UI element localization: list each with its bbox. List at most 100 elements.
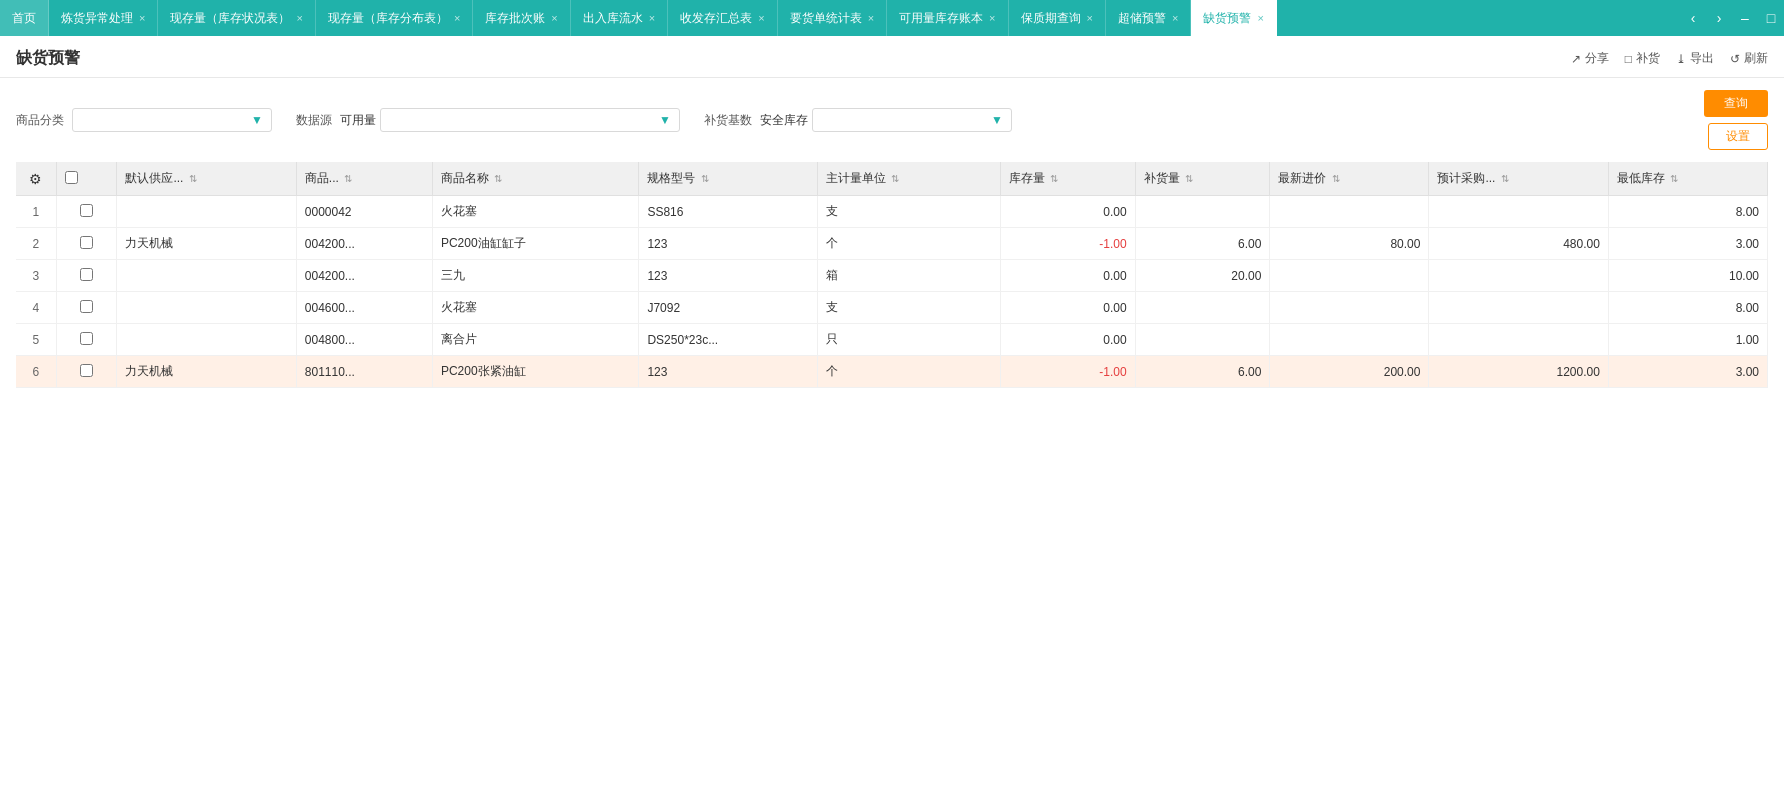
col-min-stock-sort[interactable]: ⇅ — [1670, 173, 1678, 184]
row-spec: 123 — [639, 228, 817, 260]
row-min-stock: 3.00 — [1608, 228, 1767, 260]
query-button[interactable]: 查询 — [1704, 90, 1768, 117]
col-latest-price-sort[interactable]: ⇅ — [1332, 173, 1340, 184]
row-est-purchase: 480.00 — [1429, 228, 1608, 260]
tab-abnormal-close[interactable]: × — [139, 12, 145, 24]
tab-shortage[interactable]: 缺货预警 × — [1191, 0, 1276, 36]
row-index: 3 — [16, 260, 56, 292]
col-spec-sort[interactable]: ⇅ — [701, 173, 709, 184]
tab-next-button[interactable]: › — [1706, 0, 1732, 36]
select-all-checkbox[interactable] — [65, 171, 78, 184]
row-checkbox-cell[interactable] — [56, 260, 117, 292]
row-replenish-qty: 6.00 — [1135, 356, 1270, 388]
col-unit: 主计量单位 ⇅ — [817, 162, 1000, 196]
table-row[interactable]: 1 0000042 火花塞 SS816 支 0.00 8.00 — [16, 196, 1768, 228]
datasource-select[interactable]: ▼ — [380, 108, 680, 132]
tab-receipt-summary[interactable]: 收发存汇总表 × — [668, 0, 777, 36]
row-checkbox-cell[interactable] — [56, 356, 117, 388]
row-default-supplier: 力天机械 — [117, 356, 296, 388]
col-product-code-sort[interactable]: ⇅ — [344, 173, 352, 184]
share-icon: ↗ — [1571, 52, 1581, 66]
col-est-purchase-sort[interactable]: ⇅ — [1501, 173, 1509, 184]
tab-minimize-button[interactable]: – — [1732, 0, 1758, 36]
tab-inout-flow-close[interactable]: × — [649, 12, 655, 24]
page-header: 缺货预警 ↗ 分享 □ 补货 ⤓ 导出 ↺ 刷新 — [0, 36, 1784, 78]
tab-overstock-label: 超储预警 — [1118, 10, 1166, 27]
tab-home[interactable]: 首页 — [0, 0, 49, 36]
col-default-supplier: 默认供应... ⇅ — [117, 162, 296, 196]
tab-shortage-close[interactable]: × — [1257, 12, 1263, 24]
row-checkbox-cell[interactable] — [56, 196, 117, 228]
refresh-button[interactable]: ↺ 刷新 — [1730, 50, 1768, 67]
tab-batch-account-close[interactable]: × — [551, 12, 557, 24]
row-checkbox-cell[interactable] — [56, 228, 117, 260]
tab-maximize-button[interactable]: □ — [1758, 0, 1784, 36]
table-row[interactable]: 4 004600... 火花塞 J7092 支 0.00 8.00 — [16, 292, 1768, 324]
row-checkbox[interactable] — [80, 204, 93, 217]
row-latest-price — [1270, 196, 1429, 228]
row-default-supplier — [117, 196, 296, 228]
col-unit-sort[interactable]: ⇅ — [891, 173, 899, 184]
col-stock-sort[interactable]: ⇅ — [1050, 173, 1058, 184]
row-default-supplier — [117, 324, 296, 356]
table-row[interactable]: 6 力天机械 801110... PC200张紧油缸 123 个 -1.00 6… — [16, 356, 1768, 388]
tab-expiry-query[interactable]: 保质期查询 × — [1009, 0, 1106, 36]
row-checkbox[interactable] — [80, 236, 93, 249]
row-unit: 个 — [817, 356, 1000, 388]
replenish-basis-value: 安全库存 — [760, 112, 808, 129]
col-product-name-sort[interactable]: ⇅ — [494, 173, 502, 184]
tab-prev-button[interactable]: ‹ — [1680, 0, 1706, 36]
tab-inout-flow[interactable]: 出入库流水 × — [571, 0, 668, 36]
col-min-stock: 最低库存 ⇅ — [1608, 162, 1767, 196]
tab-batch-account[interactable]: 库存批次账 × — [473, 0, 570, 36]
row-product-name: 火花塞 — [432, 292, 639, 324]
tab-available-ledger-close[interactable]: × — [989, 12, 995, 24]
row-checkbox-cell[interactable] — [56, 292, 117, 324]
share-button[interactable]: ↗ 分享 — [1571, 50, 1609, 67]
col-settings[interactable]: ⚙ — [16, 162, 56, 196]
export-button[interactable]: ⤓ 导出 — [1676, 50, 1714, 67]
table-row[interactable]: 2 力天机械 004200... PC200油缸缸子 123 个 -1.00 6… — [16, 228, 1768, 260]
col-spec: 规格型号 ⇅ — [639, 162, 817, 196]
refresh-label: 刷新 — [1744, 50, 1768, 67]
row-product-code: 801110... — [296, 356, 432, 388]
replenish-basis-select[interactable]: ▼ — [812, 108, 1012, 132]
row-checkbox[interactable] — [80, 300, 93, 313]
col-replenish-qty: 补货量 ⇅ — [1135, 162, 1270, 196]
row-checkbox[interactable] — [80, 364, 93, 377]
row-checkbox-cell[interactable] — [56, 324, 117, 356]
row-product-name: 火花塞 — [432, 196, 639, 228]
category-select[interactable]: ▼ — [72, 108, 272, 132]
tab-inventory-status[interactable]: 现存量（库存状况表） × — [158, 0, 315, 36]
tab-expiry-query-close[interactable]: × — [1087, 12, 1093, 24]
replenish-label: 补货 — [1636, 50, 1660, 67]
tab-overstock-close[interactable]: × — [1172, 12, 1178, 24]
tab-overstock[interactable]: 超储预警 × — [1106, 0, 1191, 36]
row-checkbox[interactable] — [80, 268, 93, 281]
row-min-stock: 1.00 — [1608, 324, 1767, 356]
row-latest-price: 80.00 — [1270, 228, 1429, 260]
tab-demand-stats[interactable]: 要货单统计表 × — [778, 0, 887, 36]
tab-demand-stats-close[interactable]: × — [868, 12, 874, 24]
tab-receipt-summary-close[interactable]: × — [758, 12, 764, 24]
row-checkbox[interactable] — [80, 332, 93, 345]
settings-button[interactable]: 设置 — [1708, 123, 1768, 150]
table-row[interactable]: 5 004800... 离合片 DS250*23c... 只 0.00 1.00 — [16, 324, 1768, 356]
replenish-button[interactable]: □ 补货 — [1625, 50, 1660, 67]
row-index: 5 — [16, 324, 56, 356]
row-default-supplier: 力天机械 — [117, 228, 296, 260]
replenish-basis-arrow-icon: ▼ — [991, 113, 1003, 127]
tab-inventory-status-label: 现存量（库存状况表） — [170, 10, 290, 27]
tab-inventory-dist-close[interactable]: × — [454, 12, 460, 24]
col-replenish-qty-sort[interactable]: ⇅ — [1185, 173, 1193, 184]
tab-inventory-status-close[interactable]: × — [296, 12, 302, 24]
row-spec: 123 — [639, 260, 817, 292]
tab-abnormal[interactable]: 炼货异常处理 × — [49, 0, 158, 36]
col-checkbox[interactable] — [56, 162, 117, 196]
replenish-basis-filter-group: 补货基数 安全库存 ▼ — [704, 108, 1012, 132]
table-row[interactable]: 3 004200... 三九 123 箱 0.00 20.00 10.00 — [16, 260, 1768, 292]
col-default-supplier-sort[interactable]: ⇅ — [189, 173, 197, 184]
tab-inventory-dist[interactable]: 现存量（库存分布表） × — [316, 0, 473, 36]
row-stock: 0.00 — [1000, 292, 1135, 324]
tab-available-ledger[interactable]: 可用量库存账本 × — [887, 0, 1008, 36]
